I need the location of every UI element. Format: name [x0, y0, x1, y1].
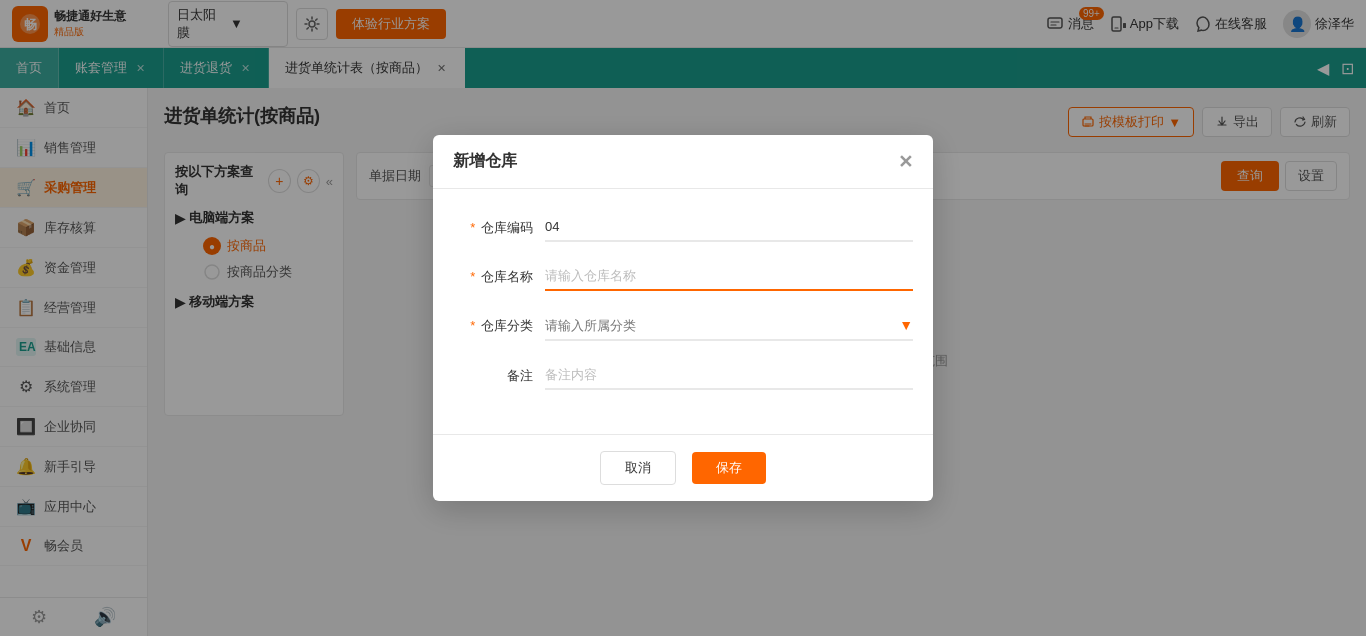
form-row-remark: 备注 [453, 361, 913, 390]
name-input[interactable] [545, 262, 913, 291]
add-warehouse-dialog: 新增仓库 ✕ * 仓库编码 * 仓库名称 [433, 135, 933, 501]
dialog-title: 新增仓库 [453, 151, 517, 172]
form-row-code: * 仓库编码 [453, 213, 913, 242]
remark-label: 备注 [453, 367, 533, 385]
dialog-body: * 仓库编码 * 仓库名称 * 仓库分类 [433, 189, 933, 434]
dialog-close-button[interactable]: ✕ [898, 153, 913, 171]
cancel-button[interactable]: 取消 [600, 451, 676, 485]
category-required-mark: * [470, 318, 475, 333]
save-button[interactable]: 保存 [692, 452, 766, 484]
code-input[interactable] [545, 213, 913, 242]
code-required-mark: * [470, 220, 475, 235]
name-required-mark: * [470, 269, 475, 284]
name-label: * 仓库名称 [453, 268, 533, 286]
category-label: * 仓库分类 [453, 317, 533, 335]
dialog-header: 新增仓库 ✕ [433, 135, 933, 189]
category-dropdown-icon[interactable]: ▼ [899, 317, 913, 333]
form-row-name: * 仓库名称 [453, 262, 913, 291]
dialog-footer: 取消 保存 [433, 434, 933, 501]
modal-overlay[interactable]: 新增仓库 ✕ * 仓库编码 * 仓库名称 [0, 0, 1366, 636]
form-row-category: * 仓库分类 ▼ [453, 311, 913, 341]
code-label: * 仓库编码 [453, 219, 533, 237]
category-input[interactable] [545, 318, 899, 333]
remark-input[interactable] [545, 361, 913, 390]
category-select-wrapper: ▼ [545, 311, 913, 341]
